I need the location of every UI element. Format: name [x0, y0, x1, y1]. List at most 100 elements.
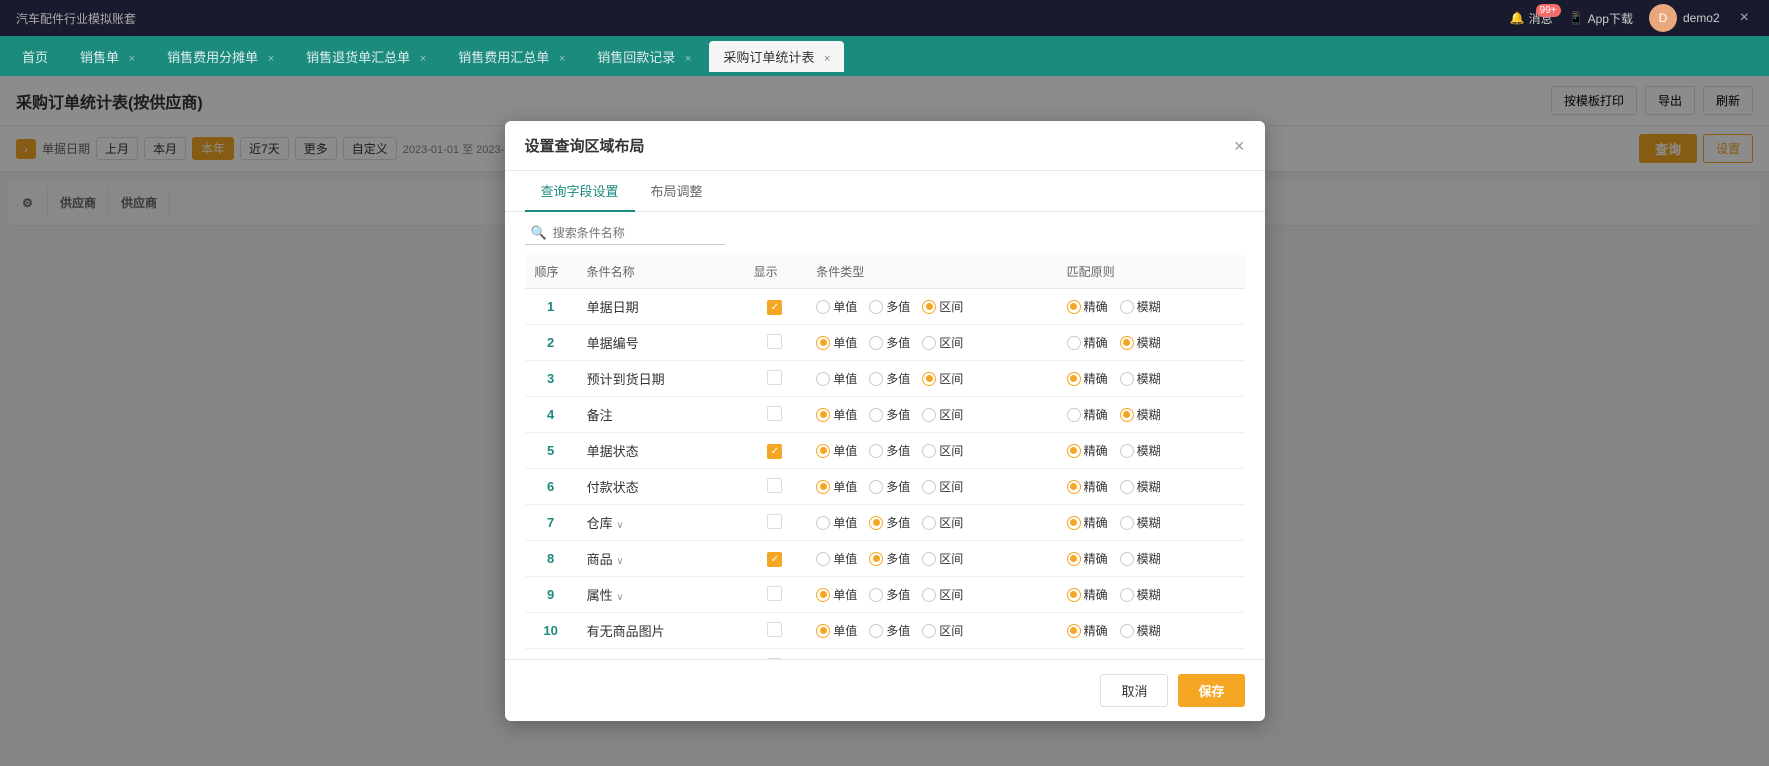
- search-input[interactable]: [553, 226, 713, 240]
- type-radio-单值[interactable]: 单值: [816, 622, 857, 639]
- type-radio-单值[interactable]: 单值: [816, 514, 857, 531]
- match-radio-精确[interactable]: 精确: [1067, 550, 1108, 567]
- type-radio-单值[interactable]: 单值: [816, 442, 857, 459]
- nav-item-sales-summary[interactable]: 销售费用汇总单 ×: [444, 41, 579, 72]
- show-checkbox[interactable]: [767, 478, 782, 493]
- close-icon[interactable]: ×: [559, 53, 565, 65]
- cancel-button[interactable]: 取消: [1100, 674, 1168, 707]
- type-radio-区间[interactable]: 区间: [922, 370, 963, 387]
- type-radio-多值[interactable]: 多值: [869, 442, 910, 459]
- match-radio-模糊[interactable]: 模糊: [1120, 334, 1161, 351]
- match-radio-精确[interactable]: 精确: [1067, 514, 1108, 531]
- show-checkbox[interactable]: [767, 552, 782, 567]
- match-radio-模糊[interactable]: 模糊: [1120, 622, 1161, 639]
- row-show[interactable]: [744, 577, 807, 613]
- match-radio-模糊[interactable]: 模糊: [1120, 442, 1161, 459]
- row-match: 精确模糊: [1057, 325, 1245, 361]
- modal-close-button[interactable]: ×: [1234, 137, 1245, 155]
- match-radio-模糊[interactable]: 模糊: [1120, 406, 1161, 423]
- row-show[interactable]: [744, 541, 807, 577]
- match-radio-精确[interactable]: 精确: [1067, 442, 1108, 459]
- type-radio-区间[interactable]: 区间: [922, 406, 963, 423]
- type-radio-多值[interactable]: 多值: [869, 370, 910, 387]
- type-radio-单值[interactable]: 单值: [816, 478, 857, 495]
- match-radio-精确[interactable]: 精确: [1067, 298, 1108, 315]
- row-show[interactable]: [744, 649, 807, 660]
- type-radio-单值[interactable]: 单值: [816, 406, 857, 423]
- type-radio-多值[interactable]: 多值: [869, 622, 910, 639]
- row-show[interactable]: [744, 325, 807, 361]
- type-radio-区间[interactable]: 区间: [922, 514, 963, 531]
- match-radio-精确[interactable]: 精确: [1067, 406, 1108, 423]
- show-checkbox[interactable]: [767, 622, 782, 637]
- type-radio-单值[interactable]: 单值: [816, 298, 857, 315]
- match-radio-精确[interactable]: 精确: [1067, 370, 1108, 387]
- radio-circle: [1067, 372, 1081, 386]
- close-icon[interactable]: ×: [129, 53, 135, 65]
- row-show[interactable]: [744, 433, 807, 469]
- match-radio-模糊[interactable]: 模糊: [1120, 586, 1161, 603]
- type-radio-区间[interactable]: 区间: [922, 334, 963, 351]
- app-download-btn[interactable]: 📱 App下载: [1569, 10, 1633, 27]
- radio-label: 精确: [1084, 586, 1108, 603]
- match-radio-精确[interactable]: 精确: [1067, 586, 1108, 603]
- show-checkbox[interactable]: [767, 300, 782, 315]
- type-radio-单值[interactable]: 单值: [816, 370, 857, 387]
- row-show[interactable]: [744, 613, 807, 649]
- type-radio-多值[interactable]: 多值: [869, 514, 910, 531]
- match-radio-模糊[interactable]: 模糊: [1120, 298, 1161, 315]
- type-radio-多值[interactable]: 多值: [869, 406, 910, 423]
- type-radio-单值[interactable]: 单值: [816, 586, 857, 603]
- row-show[interactable]: [744, 505, 807, 541]
- type-radio-多值[interactable]: 多值: [869, 298, 910, 315]
- nav-item-sales-fee[interactable]: 销售费用分摊单 ×: [153, 41, 288, 72]
- show-checkbox[interactable]: [767, 586, 782, 601]
- close-icon[interactable]: ×: [685, 53, 691, 65]
- nav-item-home[interactable]: 首页: [8, 41, 62, 72]
- match-radio-模糊[interactable]: 模糊: [1120, 478, 1161, 495]
- notification-btn[interactable]: 🔔 消息 99+: [1510, 10, 1553, 27]
- type-radio-单值[interactable]: 单值: [816, 550, 857, 567]
- show-checkbox[interactable]: [767, 334, 782, 349]
- modal-tabs: 查询字段设置 布局调整: [505, 171, 1265, 212]
- type-radio-区间[interactable]: 区间: [922, 298, 963, 315]
- radio-label: 多值: [886, 442, 910, 459]
- type-radio-区间[interactable]: 区间: [922, 622, 963, 639]
- save-button[interactable]: 保存: [1178, 674, 1244, 707]
- top-close-button[interactable]: ×: [1736, 5, 1753, 31]
- type-radio-区间[interactable]: 区间: [922, 478, 963, 495]
- row-show[interactable]: [744, 289, 807, 325]
- row-show[interactable]: [744, 397, 807, 433]
- type-radio-多值[interactable]: 多值: [869, 586, 910, 603]
- user-area[interactable]: D demo2: [1649, 4, 1720, 32]
- row-show[interactable]: [744, 361, 807, 397]
- close-icon[interactable]: ×: [824, 53, 830, 65]
- close-icon[interactable]: ×: [268, 53, 274, 65]
- nav-item-payment[interactable]: 销售回款记录 ×: [583, 41, 705, 72]
- type-radio-区间[interactable]: 区间: [922, 550, 963, 567]
- radio-label: 多值: [886, 334, 910, 351]
- type-radio-单值[interactable]: 单值: [816, 334, 857, 351]
- match-radio-模糊[interactable]: 模糊: [1120, 370, 1161, 387]
- type-radio-多值[interactable]: 多值: [869, 550, 910, 567]
- nav-item-sales[interactable]: 销售单 ×: [66, 41, 149, 72]
- nav-item-sales-return[interactable]: 销售退货单汇总单 ×: [292, 41, 440, 72]
- match-radio-模糊[interactable]: 模糊: [1120, 514, 1161, 531]
- type-radio-区间[interactable]: 区间: [922, 586, 963, 603]
- type-radio-区间[interactable]: 区间: [922, 442, 963, 459]
- show-checkbox[interactable]: [767, 370, 782, 385]
- match-radio-精确[interactable]: 精确: [1067, 334, 1108, 351]
- match-radio-精确[interactable]: 精确: [1067, 622, 1108, 639]
- show-checkbox[interactable]: [767, 406, 782, 421]
- nav-item-purchase[interactable]: 采购订单统计表 ×: [709, 41, 844, 72]
- tab-layout[interactable]: 布局调整: [635, 171, 719, 212]
- close-icon[interactable]: ×: [420, 53, 426, 65]
- type-radio-多值[interactable]: 多值: [869, 334, 910, 351]
- match-radio-精确[interactable]: 精确: [1067, 478, 1108, 495]
- match-radio-模糊[interactable]: 模糊: [1120, 550, 1161, 567]
- tab-query-fields[interactable]: 查询字段设置: [525, 171, 635, 212]
- row-show[interactable]: [744, 469, 807, 505]
- show-checkbox[interactable]: [767, 514, 782, 529]
- type-radio-多值[interactable]: 多值: [869, 478, 910, 495]
- show-checkbox[interactable]: [767, 444, 782, 459]
